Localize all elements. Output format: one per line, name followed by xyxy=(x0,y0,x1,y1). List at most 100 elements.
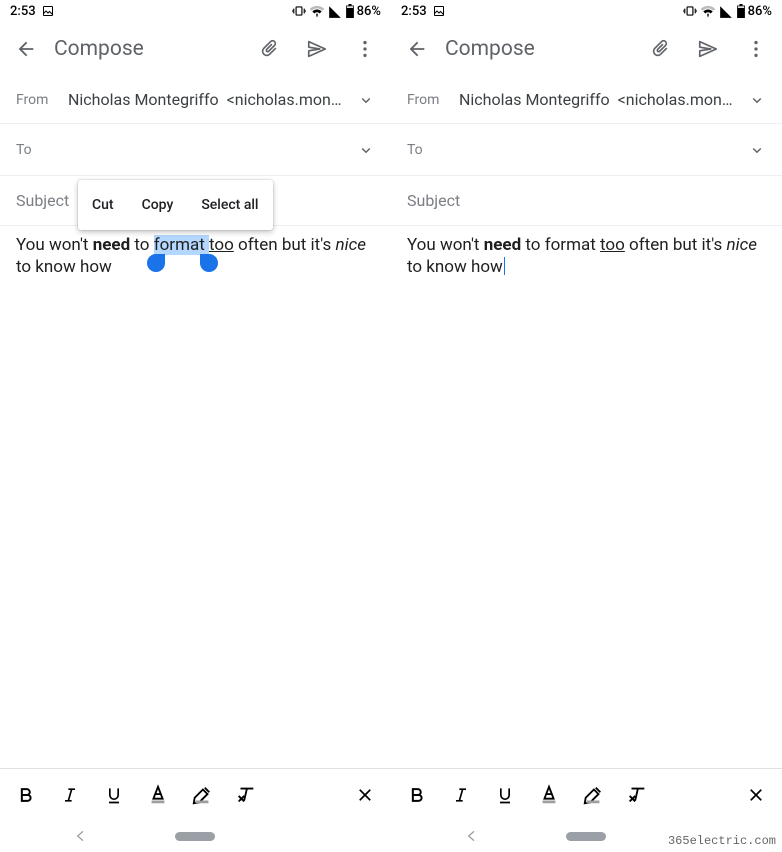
page-title: Compose xyxy=(445,37,632,61)
signal-icon xyxy=(328,5,342,18)
to-row[interactable]: To xyxy=(391,124,782,176)
nav-back-icon[interactable] xyxy=(464,828,480,844)
text-color-button[interactable] xyxy=(527,769,571,821)
status-battery: 86% xyxy=(748,4,772,19)
chevron-down-icon xyxy=(357,141,375,159)
underline-word: too xyxy=(600,235,625,255)
message-body[interactable]: You won't need to format too often but i… xyxy=(391,226,782,768)
phone-left: 2:53 86% Compose xyxy=(0,0,391,852)
subject-row[interactable]: Subject xyxy=(391,176,782,226)
page-title: Compose xyxy=(54,37,241,61)
back-button[interactable] xyxy=(6,29,46,69)
italic-icon xyxy=(60,785,80,805)
phone-right: 2:53 86% Compose xyxy=(391,0,782,852)
subject-placeholder: Subject xyxy=(16,191,69,210)
chevron-down-icon xyxy=(357,91,375,109)
italic-word: nice xyxy=(336,235,367,255)
send-icon xyxy=(306,38,328,60)
underline-icon xyxy=(495,785,515,805)
from-name: Nicholas Montegriffo xyxy=(459,90,610,109)
vibrate-icon xyxy=(292,5,306,17)
from-email: <nicholas.mon… xyxy=(618,90,733,109)
overflow-button[interactable] xyxy=(736,29,776,69)
close-format-button[interactable] xyxy=(734,769,778,821)
send-button[interactable] xyxy=(297,29,337,69)
bold-word: need xyxy=(93,235,130,255)
menu-select-all[interactable]: Select all xyxy=(187,180,272,230)
close-icon xyxy=(356,786,374,804)
close-format-button[interactable] xyxy=(343,769,387,821)
attach-button[interactable] xyxy=(249,29,289,69)
send-button[interactable] xyxy=(688,29,728,69)
clear-format-button[interactable] xyxy=(224,769,268,821)
send-icon xyxy=(697,38,719,60)
bold-icon xyxy=(407,785,427,805)
menu-cut[interactable]: Cut xyxy=(78,180,128,230)
from-label: From xyxy=(407,92,459,108)
more-vert-icon xyxy=(354,38,376,60)
signal-icon xyxy=(719,5,733,18)
to-label: To xyxy=(16,142,68,158)
from-row[interactable]: From Nicholas Montegriffo <nicholas.mon… xyxy=(0,76,391,124)
app-bar: Compose xyxy=(0,22,391,76)
underline-icon xyxy=(104,785,124,805)
clear-format-button[interactable] xyxy=(615,769,659,821)
nav-home-pill[interactable] xyxy=(175,832,215,841)
status-time: 2:53 xyxy=(401,4,427,19)
nav-home-pill[interactable] xyxy=(566,832,606,841)
text-color-icon xyxy=(147,784,169,806)
italic-icon xyxy=(451,785,471,805)
to-dropdown[interactable] xyxy=(742,141,766,159)
from-email: <nicholas.mon… xyxy=(227,90,342,109)
from-row[interactable]: From Nicholas Montegriffo <nicholas.mon… xyxy=(391,76,782,124)
highlight-icon xyxy=(191,784,213,806)
attach-button[interactable] xyxy=(640,29,680,69)
text-color-icon xyxy=(538,784,560,806)
paperclip-icon xyxy=(649,38,671,60)
chevron-down-icon xyxy=(748,91,766,109)
battery-icon xyxy=(345,4,355,18)
bold-icon xyxy=(16,785,36,805)
bold-word: need xyxy=(484,235,521,255)
italic-button[interactable] xyxy=(48,769,92,821)
vibrate-icon xyxy=(683,5,697,17)
selected-text: format xyxy=(154,235,205,255)
from-label: From xyxy=(16,92,68,108)
wifi-icon xyxy=(309,5,325,18)
chevron-down-icon xyxy=(748,141,766,159)
to-dropdown[interactable] xyxy=(351,141,375,159)
close-icon xyxy=(747,786,765,804)
italic-word: nice xyxy=(727,235,758,255)
highlight-button[interactable] xyxy=(180,769,224,821)
from-dropdown[interactable] xyxy=(351,91,375,109)
selection-handle-left[interactable] xyxy=(147,254,165,272)
bold-button[interactable] xyxy=(395,769,439,821)
underline-button[interactable] xyxy=(92,769,136,821)
from-dropdown[interactable] xyxy=(742,91,766,109)
to-label: To xyxy=(407,142,459,158)
highlight-button[interactable] xyxy=(571,769,615,821)
underline-word: too xyxy=(209,235,234,255)
context-menu: Cut Copy Select all xyxy=(78,180,273,230)
status-bar: 2:53 86% xyxy=(391,0,782,22)
image-icon xyxy=(433,5,445,17)
menu-copy[interactable]: Copy xyxy=(128,180,188,230)
format-toolbar xyxy=(0,768,391,820)
app-bar: Compose xyxy=(391,22,782,76)
wifi-icon xyxy=(700,5,716,18)
text-color-button[interactable] xyxy=(136,769,180,821)
back-button[interactable] xyxy=(397,29,437,69)
message-body[interactable]: You won't need to format too often but i… xyxy=(0,226,391,768)
nav-back-icon[interactable] xyxy=(73,828,89,844)
image-icon xyxy=(42,5,54,17)
bold-button[interactable] xyxy=(4,769,48,821)
italic-button[interactable] xyxy=(439,769,483,821)
text-cursor xyxy=(504,257,505,275)
paperclip-icon xyxy=(258,38,280,60)
underline-button[interactable] xyxy=(483,769,527,821)
to-row[interactable]: To xyxy=(0,124,391,176)
selection-handle-right[interactable] xyxy=(200,254,218,272)
overflow-button[interactable] xyxy=(345,29,385,69)
clear-format-icon xyxy=(626,784,648,806)
status-time: 2:53 xyxy=(10,4,36,19)
